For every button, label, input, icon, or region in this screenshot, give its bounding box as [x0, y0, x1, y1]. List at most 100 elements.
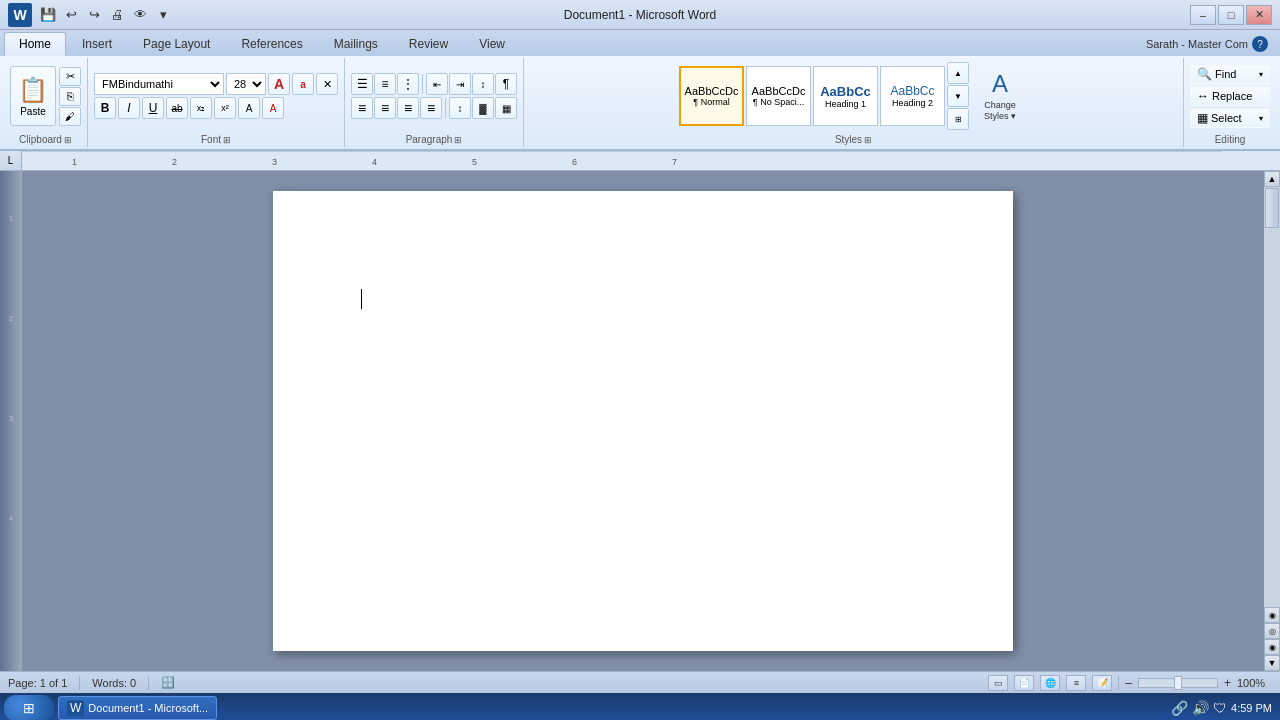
shading-button[interactable]: ▓ — [472, 97, 494, 119]
tab-page-layout[interactable]: Page Layout — [128, 32, 225, 56]
align-left-button[interactable]: ≡ — [351, 97, 373, 119]
help-icon[interactable]: ? — [1252, 36, 1268, 52]
increase-indent-button[interactable]: ⇥ — [449, 73, 471, 95]
print-layout-button[interactable]: ▭ — [988, 675, 1008, 691]
zoom-out-button[interactable]: – — [1125, 676, 1132, 690]
undo-qa-button[interactable]: ↩ — [61, 5, 81, 25]
zoom-thumb[interactable] — [1174, 676, 1182, 690]
language-icon[interactable]: 🔡 — [161, 676, 175, 689]
multilevel-button[interactable]: ⋮ — [397, 73, 419, 95]
start-button[interactable]: ⊞ — [4, 695, 54, 720]
select-arrow: ▾ — [1259, 114, 1263, 123]
customize-qa-button[interactable]: ▾ — [153, 5, 173, 25]
text-highlight-button[interactable]: A — [238, 97, 260, 119]
preview-qa-button[interactable]: 👁 — [130, 5, 150, 25]
replace-button[interactable]: ↔ Replace — [1190, 86, 1270, 106]
security-icon[interactable]: 🛡 — [1213, 700, 1227, 716]
strikethrough-button[interactable]: ab — [166, 97, 188, 119]
select-button[interactable]: ▦ Select ▾ — [1190, 108, 1270, 128]
styles-more[interactable]: ⊞ — [947, 108, 969, 130]
style-no-spacing[interactable]: AaBbCcDc ¶ No Spaci... — [746, 66, 811, 126]
numbering-button[interactable]: ≡ — [374, 73, 396, 95]
taskbar-document-item[interactable]: W Document1 - Microsoft... — [58, 696, 217, 720]
underline-button[interactable]: U — [142, 97, 164, 119]
ruler-corner[interactable]: L — [0, 151, 22, 171]
word-taskbar-icon: W — [67, 700, 84, 716]
close-button[interactable]: ✕ — [1246, 5, 1272, 25]
borders-button[interactable]: ▦ — [495, 97, 517, 119]
draft-button[interactable]: 📝 — [1092, 675, 1112, 691]
sort-button[interactable]: ↕ — [472, 73, 494, 95]
bold-button[interactable]: B — [94, 97, 116, 119]
line-spacing-button[interactable]: ↕ — [449, 97, 471, 119]
font-color-button[interactable]: A — [262, 97, 284, 119]
volume-icon[interactable]: 🔊 — [1192, 700, 1209, 716]
paragraph-content: ☰ ≡ ⋮ ⇤ ⇥ ↕ ¶ ≡ ≡ ≡ ≡ — [351, 60, 517, 132]
system-clock[interactable]: 4:59 PM — [1231, 701, 1272, 715]
align-right-button[interactable]: ≡ — [397, 97, 419, 119]
align-center-button[interactable]: ≡ — [374, 97, 396, 119]
full-reading-button[interactable]: 📄 — [1014, 675, 1034, 691]
show-marks-button[interactable]: ¶ — [495, 73, 517, 95]
web-layout-button[interactable]: 🌐 — [1040, 675, 1060, 691]
replace-icon: ↔ — [1197, 89, 1209, 103]
style-heading2[interactable]: AaBbCc Heading 2 — [880, 66, 945, 126]
paragraph-expand-icon[interactable]: ⊞ — [454, 135, 462, 145]
cut-button[interactable]: ✂ — [59, 67, 81, 86]
minimize-button[interactable]: – — [1190, 5, 1216, 25]
save-qa-button[interactable]: 💾 — [38, 5, 58, 25]
zoom-percent[interactable]: 100% — [1237, 677, 1272, 689]
document-page[interactable]: @keyframes blink { 0%,100%{opacity:1} 50… — [273, 191, 1013, 651]
tab-insert[interactable]: Insert — [67, 32, 127, 56]
style-normal[interactable]: AaBbCcDc ¶ Normal — [679, 66, 744, 126]
justify-button[interactable]: ≡ — [420, 97, 442, 119]
outline-button[interactable]: ≡ — [1066, 675, 1086, 691]
subscript-button[interactable]: x₂ — [190, 97, 212, 119]
change-styles-icon: A — [992, 70, 1008, 98]
scroll-up-button[interactable]: ▲ — [1264, 171, 1280, 187]
font-size-select[interactable]: 28 — [226, 73, 266, 95]
zoom-in-button[interactable]: + — [1224, 676, 1231, 690]
format-painter-button[interactable]: 🖌 — [59, 107, 81, 126]
tab-references[interactable]: References — [226, 32, 317, 56]
tab-view[interactable]: View — [464, 32, 520, 56]
paste-button[interactable]: 📋 Paste — [10, 66, 56, 126]
svg-text:1: 1 — [72, 157, 77, 167]
styles-expand-icon[interactable]: ⊞ — [864, 135, 872, 145]
scroll-thumb[interactable] — [1265, 188, 1279, 228]
clipboard-expand-icon[interactable]: ⊞ — [64, 135, 72, 145]
font-expand-icon[interactable]: ⊞ — [223, 135, 231, 145]
bullets-button[interactable]: ☰ — [351, 73, 373, 95]
font-shrink-button[interactable]: a — [292, 73, 314, 95]
next-page-button[interactable]: ◉ — [1264, 639, 1280, 655]
styles-scroll-down[interactable]: ▼ — [947, 85, 969, 107]
tab-home[interactable]: Home — [4, 32, 66, 56]
document-area[interactable]: @keyframes blink { 0%,100%{opacity:1} 50… — [22, 171, 1264, 671]
select-browse-button[interactable]: ◎ — [1264, 623, 1280, 639]
change-styles-button[interactable]: A ChangeStyles ▾ — [972, 70, 1028, 122]
find-button[interactable]: 🔍 Find ▾ — [1190, 64, 1270, 84]
styles-gallery: AaBbCcDc ¶ Normal AaBbCcDc ¶ No Spaci...… — [679, 62, 969, 130]
zoom-slider[interactable] — [1138, 678, 1218, 688]
font-grow-button[interactable]: A — [268, 73, 290, 95]
superscript-button[interactable]: x² — [214, 97, 236, 119]
tab-review[interactable]: Review — [394, 32, 463, 56]
status-bar: Page: 1 of 1 Words: 0 🔡 ▭ 📄 🌐 ≡ 📝 – + 10… — [0, 671, 1280, 693]
print-qa-button[interactable]: 🖨 — [107, 5, 127, 25]
clear-formatting-button[interactable]: ✕ — [316, 73, 338, 95]
italic-button[interactable]: I — [118, 97, 140, 119]
style-heading1[interactable]: AaBbCc Heading 1 — [813, 66, 878, 126]
tab-mailings[interactable]: Mailings — [319, 32, 393, 56]
copy-button[interactable]: ⎘ — [59, 87, 81, 106]
prev-page-button[interactable]: ◉ — [1264, 607, 1280, 623]
font-name-select[interactable]: FMBindumathi — [94, 73, 224, 95]
redo-qa-button[interactable]: ↪ — [84, 5, 104, 25]
decrease-indent-button[interactable]: ⇤ — [426, 73, 448, 95]
network-icon[interactable]: 🔗 — [1171, 700, 1188, 716]
scroll-track[interactable] — [1264, 187, 1280, 607]
styles-label: Styles ⊞ — [530, 132, 1177, 145]
horizontal-ruler: L 1 2 3 4 5 6 7 — [0, 151, 1280, 171]
maximize-button[interactable]: □ — [1218, 5, 1244, 25]
scroll-down-button[interactable]: ▼ — [1264, 655, 1280, 671]
styles-scroll-up[interactable]: ▲ — [947, 62, 969, 84]
